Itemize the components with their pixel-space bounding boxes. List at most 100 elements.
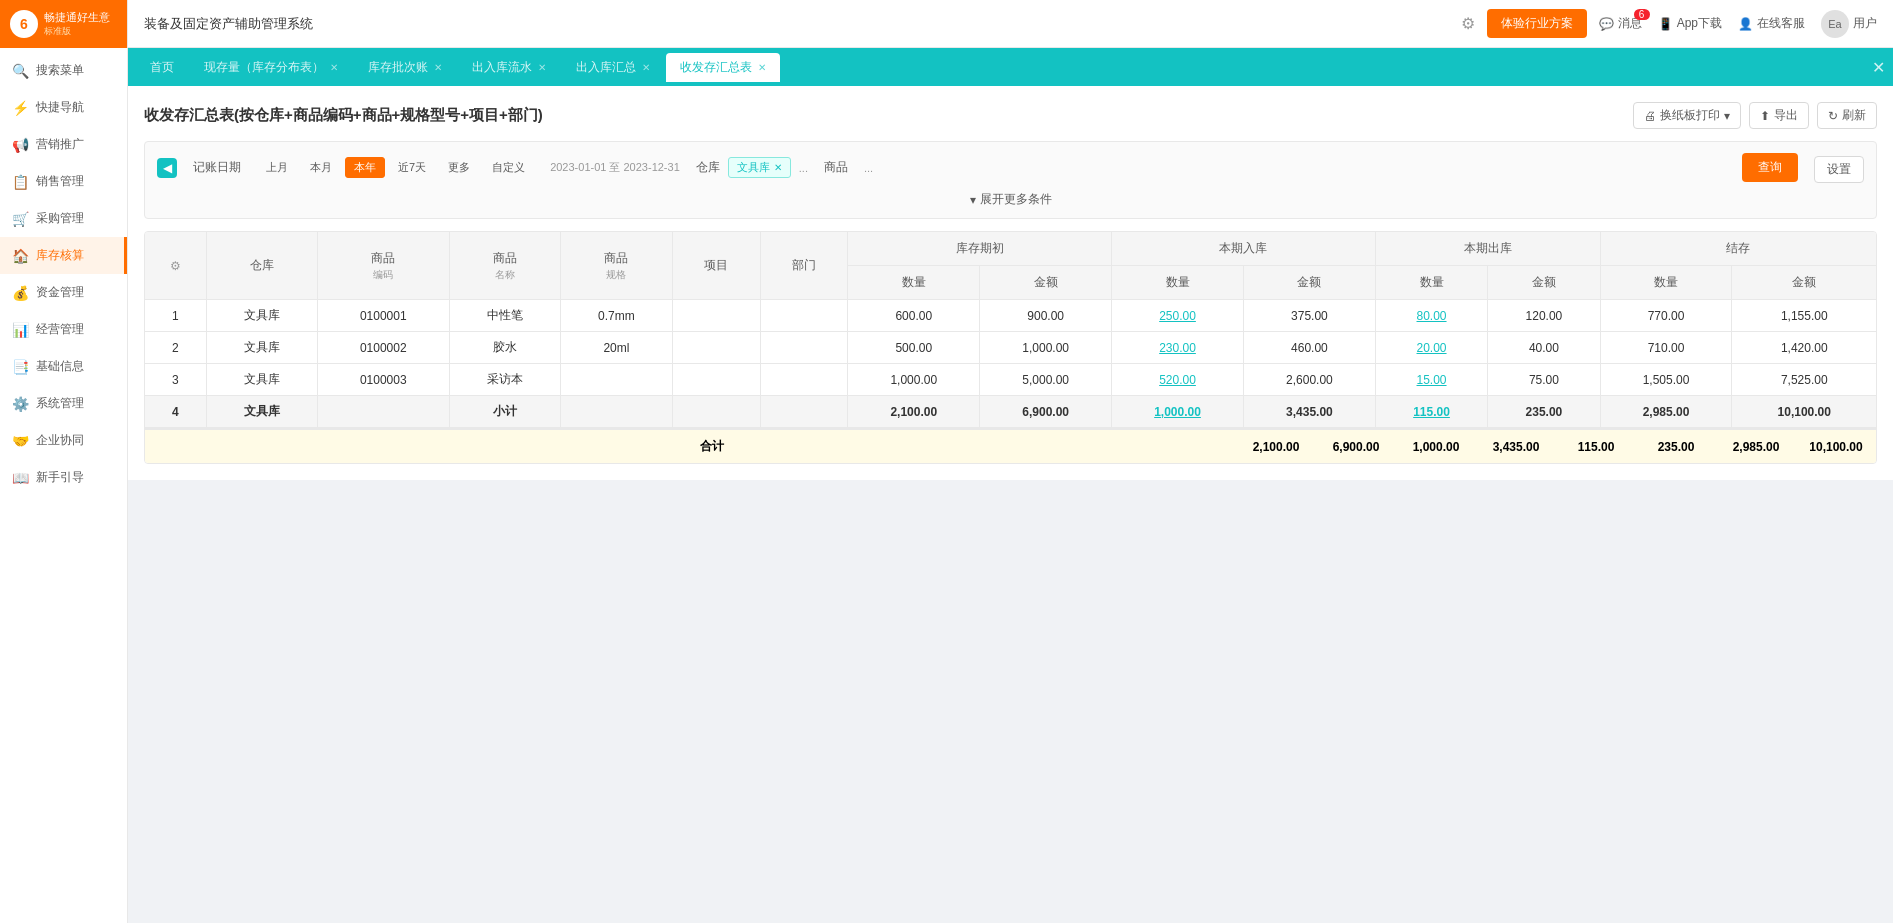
filter-date-range: 2023-01-01 至 2023-12-31 [550,160,680,175]
cell-in-qty[interactable]: 230.00 [1112,332,1244,364]
table-subtotal-row: 4 文具库 小计 2,100.00 6,900.00 1,000.00 3,43… [145,396,1876,428]
tabbar-close-icon[interactable]: ✕ [1872,58,1885,77]
sub-close-amt: 10,100.00 [1732,396,1876,428]
cell-out-amt: 75.00 [1488,364,1600,396]
tab-inventory-dist[interactable]: 现存量（库存分布表） ✕ [190,53,352,82]
tab-close-batch[interactable]: ✕ [434,62,442,73]
date-custom[interactable]: 自定义 [483,157,534,178]
warehouse-more-button[interactable]: ... [799,162,808,174]
message-icon: 💬 [1599,17,1614,31]
tab-recv-send[interactable]: 收发存汇总表 ✕ [666,53,780,82]
cell-no: 2 [145,332,206,364]
cell-name: 采访本 [449,364,560,396]
print-chevron-icon: ▾ [1724,109,1730,123]
cell-open-amt: 1,000.00 [980,332,1112,364]
app-label: App下载 [1677,15,1722,32]
sidebar-item-collab[interactable]: 🤝企业协同 [0,422,127,459]
cell-out-qty[interactable]: 15.00 [1375,364,1487,396]
goods-more-button[interactable]: ... [864,162,873,174]
sidebar-item-finance[interactable]: 💰资金管理 [0,274,127,311]
tab-label-inventory-dist: 现存量（库存分布表） [204,59,324,76]
date-7days[interactable]: 近7天 [389,157,435,178]
footer-out-qty: 115.00 [1556,440,1636,454]
sidebar: 6 畅捷通好生意 标准版 🔍搜索菜单⚡快捷导航📢营销推广📋销售管理🛒采购管理🏠库… [0,0,128,923]
export-button[interactable]: ⬆ 导出 [1749,102,1809,129]
sub-dept [760,396,848,428]
footer-open-qty: 2,100.00 [1236,440,1316,454]
tab-label-recv-send: 收发存汇总表 [680,59,752,76]
filter-warehouse-label: 仓库 [696,159,720,176]
sidebar-item-marketing[interactable]: 📢营销推广 [0,126,127,163]
table-row: 3 文具库 0100003 采访本 1,000.00 5,000.00 520.… [145,364,1876,396]
query-button[interactable]: 查询 [1742,153,1798,182]
page-content: 收发存汇总表(按仓库+商品编码+商品+规格型号+项目+部门) 🖨 换纸板打印 ▾… [128,86,1893,923]
tab-close-inventory-dist[interactable]: ✕ [330,62,338,73]
tab-close-inout-summary[interactable]: ✕ [642,62,650,73]
footer-out-amt: 235.00 [1636,440,1716,454]
sidebar-label-search: 搜索菜单 [36,62,84,79]
filter-date-label: 记账日期 [193,159,241,176]
col-close-qty: 数量 [1600,266,1732,300]
sidebar-label-system: 系统管理 [36,395,84,412]
online-service-button[interactable]: 👤 在线客服 [1738,15,1805,32]
message-button[interactable]: 💬 消息 6 [1599,15,1642,32]
date-this-month[interactable]: 本月 [301,157,341,178]
sub-close-qty: 2,985.00 [1600,396,1732,428]
page-actions: 🖨 换纸板打印 ▾ ⬆ 导出 ↻ 刷新 [1633,102,1877,129]
refresh-button[interactable]: ↻ 刷新 [1817,102,1877,129]
app-download-button[interactable]: 📱 App下载 [1658,15,1722,32]
set-button[interactable]: 设置 [1814,156,1864,183]
cell-warehouse: 文具库 [206,364,317,396]
cell-out-qty[interactable]: 20.00 [1375,332,1487,364]
topbar-config-icon[interactable]: ⚙ [1461,14,1475,33]
cell-no: 1 [145,300,206,332]
col-group-opening: 库存期初 [848,232,1112,266]
print-button[interactable]: 🖨 换纸板打印 ▾ [1633,102,1741,129]
sidebar-item-basic[interactable]: 📑基础信息 [0,348,127,385]
cell-spec: 20ml [560,332,672,364]
sidebar-item-purchase[interactable]: 🛒采购管理 [0,200,127,237]
page-body: 收发存汇总表(按仓库+商品编码+商品+规格型号+项目+部门) 🖨 换纸板打印 ▾… [128,86,1893,480]
sidebar-item-search[interactable]: 🔍搜索菜单 [0,52,127,89]
tab-inout-summary[interactable]: 出入库汇总✕ [562,53,664,82]
col-opening-amt: 金额 [980,266,1112,300]
refresh-label: 刷新 [1842,107,1866,124]
user-menu[interactable]: Ea 用户 [1821,10,1877,38]
table-footer: 合计 2,100.00 6,900.00 1,000.00 3,435.00 1… [145,428,1876,463]
sidebar-label-inventory: 库存核算 [36,247,84,264]
footer-close-qty: 2,985.00 [1716,440,1796,454]
cell-in-qty[interactable]: 520.00 [1112,364,1244,396]
tab-inout-flow[interactable]: 出入库流水✕ [458,53,560,82]
tab-batch[interactable]: 库存批次账 ✕ [354,53,456,82]
warehouse-tag-close[interactable]: ✕ [774,162,782,173]
warehouse-tag: 文具库 ✕ [728,157,791,178]
sidebar-item-quick[interactable]: ⚡快捷导航 [0,89,127,126]
tab-home[interactable]: 首页 [136,53,188,82]
tab-label-home: 首页 [150,59,174,76]
cell-out-amt: 120.00 [1488,300,1600,332]
sidebar-item-system[interactable]: ⚙️系统管理 [0,385,127,422]
cell-in-qty[interactable]: 250.00 [1112,300,1244,332]
tab-close-inout-flow[interactable]: ✕ [538,62,546,73]
date-this-year[interactable]: 本年 [345,157,385,178]
expand-conditions-button[interactable]: ▾ 展开更多条件 [970,191,1052,208]
sidebar-item-inventory[interactable]: 🏠库存核算 [0,237,127,274]
table-settings-icon[interactable]: ⚙ [170,259,181,273]
tab-label-batch: 库存批次账 [368,59,428,76]
date-more[interactable]: 更多 [439,157,479,178]
filter-row-2: ▾ 展开更多条件 [157,191,1864,208]
cell-out-qty[interactable]: 80.00 [1375,300,1487,332]
date-last-month[interactable]: 上月 [257,157,297,178]
filter-toggle-button[interactable]: ◀ [157,158,177,178]
tab-close-recv-send[interactable]: ✕ [758,62,766,73]
topbar: 装备及固定资产辅助管理系统 ⚙ 体验行业方案 💬 消息 6 📱 App下载 👤 … [128,0,1893,48]
sidebar-item-operation[interactable]: 📊经营管理 [0,311,127,348]
sidebar-item-sales[interactable]: 📋销售管理 [0,163,127,200]
trial-button[interactable]: 体验行业方案 [1487,9,1587,38]
col-settings[interactable]: ⚙ [145,232,206,300]
cell-out-amt: 40.00 [1488,332,1600,364]
sidebar-label-sales: 销售管理 [36,173,84,190]
page-title: 收发存汇总表(按仓库+商品编码+商品+规格型号+项目+部门) [144,106,543,125]
sidebar-label-finance: 资金管理 [36,284,84,301]
sidebar-item-guide[interactable]: 📖新手引导 [0,459,127,496]
